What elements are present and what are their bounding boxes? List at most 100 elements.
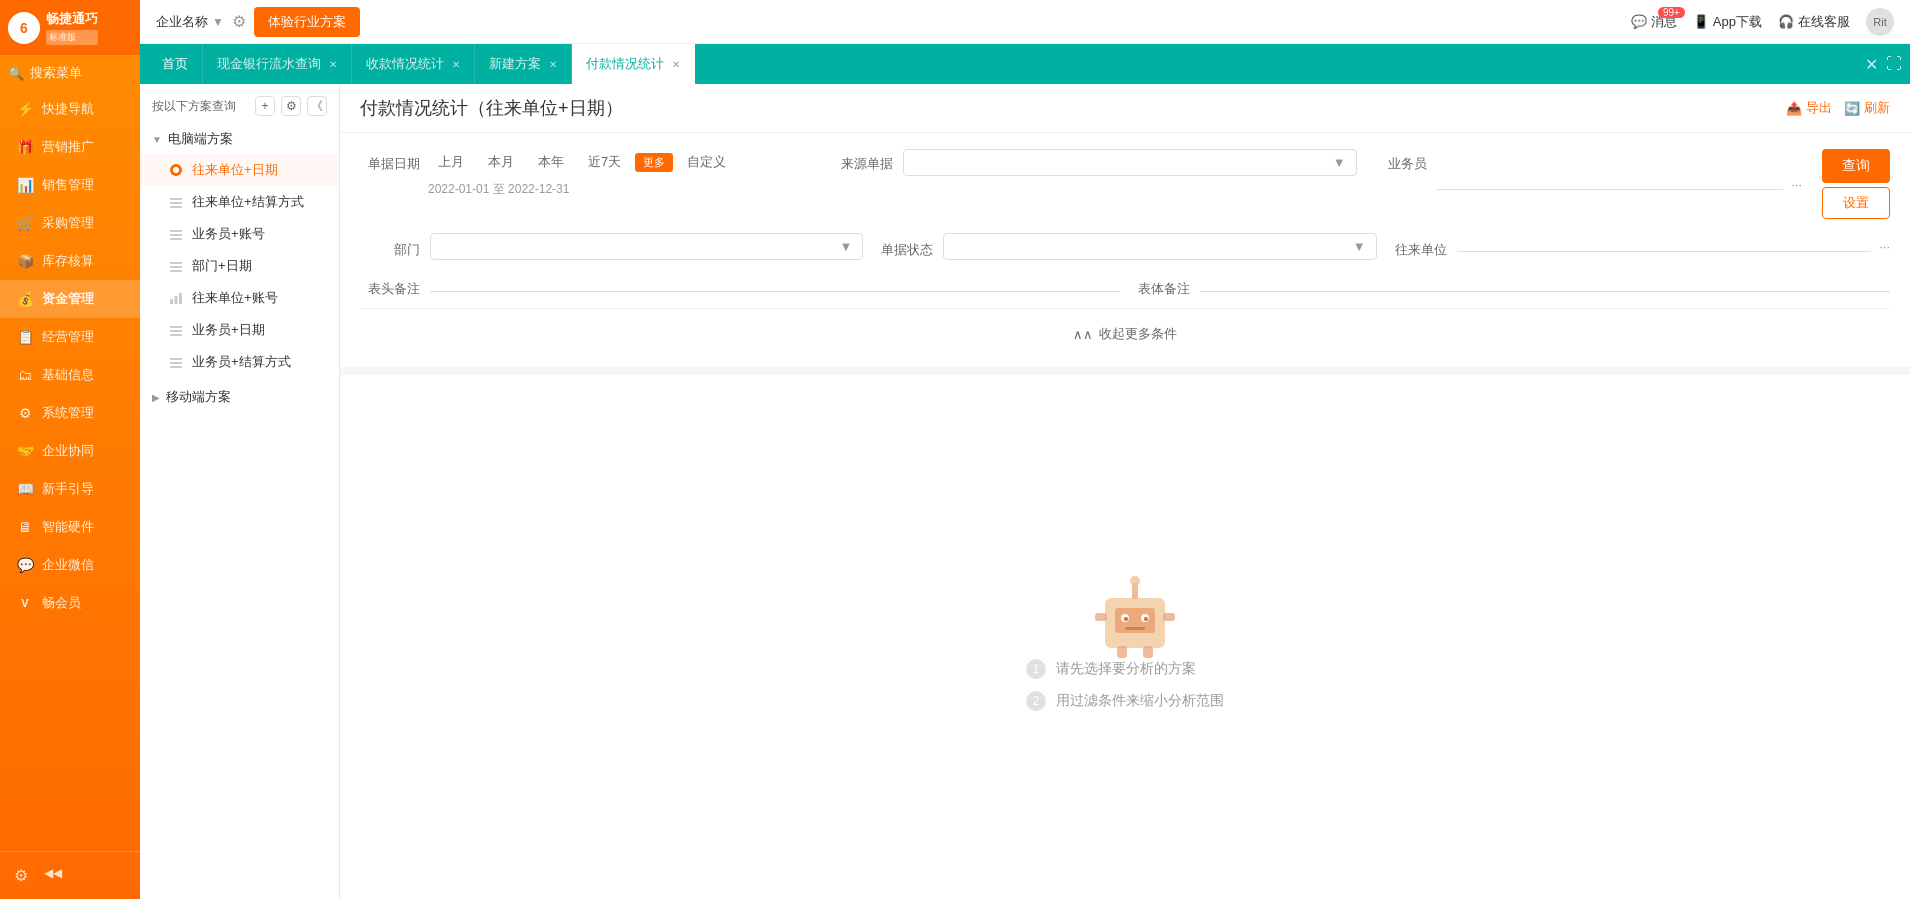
app-title-block: 畅捷通巧 标准版 bbox=[46, 10, 98, 45]
dept-dropdown-icon: ▼ bbox=[839, 239, 852, 254]
app-edition: 标准版 bbox=[46, 30, 98, 45]
service-btn[interactable]: 🎧 在线客服 bbox=[1778, 13, 1850, 31]
scheme-item-partner-settlement[interactable]: 往来单位+结算方式 bbox=[140, 186, 339, 218]
svg-rect-7 bbox=[170, 238, 182, 240]
tab-receipt-stats[interactable]: 收款情况统计 ✕ bbox=[352, 44, 475, 84]
scheme-item-dept-date[interactable]: 部门+日期 bbox=[140, 250, 339, 282]
partner-input[interactable] bbox=[1457, 241, 1872, 252]
tab-new-scheme[interactable]: 新建方案 ✕ bbox=[475, 44, 572, 84]
dept-select[interactable]: ▼ bbox=[430, 233, 863, 260]
app-label: App下载 bbox=[1713, 13, 1762, 31]
message-btn[interactable]: 💬 消息 99+ bbox=[1631, 13, 1677, 31]
tab-home[interactable]: 首页 bbox=[148, 44, 203, 84]
service-label: 在线客服 bbox=[1798, 13, 1850, 31]
settings-footer-btn[interactable]: ⚙ bbox=[10, 862, 32, 889]
sidebar-item-system[interactable]: ⚙ 系统管理 bbox=[0, 394, 140, 432]
search-menu[interactable]: 🔍 搜索菜单 bbox=[0, 56, 140, 90]
sidebar-item-marketing[interactable]: 🎁 营销推广 bbox=[0, 128, 140, 166]
sidebar-item-cooperation[interactable]: 🤝 企业协同 bbox=[0, 432, 140, 470]
member-icon: V bbox=[16, 594, 34, 612]
sidebar-item-basic[interactable]: 🗂 基础信息 bbox=[0, 356, 140, 394]
date-last-7days-btn[interactable]: 近7天 bbox=[578, 149, 631, 175]
source-doc-select[interactable]: ▼ bbox=[903, 149, 1356, 176]
system-icon: ⚙ bbox=[16, 404, 34, 422]
date-this-month-btn[interactable]: 本月 bbox=[478, 149, 524, 175]
tab-bank-flow-close-icon[interactable]: ✕ bbox=[329, 59, 337, 70]
sidebar-item-finance[interactable]: 💰 资金管理 bbox=[0, 280, 140, 318]
staff-input[interactable] bbox=[1437, 179, 1784, 190]
close-all-tabs-icon[interactable]: ✕ bbox=[1865, 55, 1878, 74]
collapse-sidebar-btn[interactable]: ◀◀ bbox=[40, 862, 66, 889]
desktop-scheme-group: ▼ 电脑端方案 往来单位+日期 往来单位+结算方式 bbox=[140, 124, 339, 378]
sidebar-item-hardware[interactable]: 🖥 智能硬件 bbox=[0, 508, 140, 546]
chart-icon bbox=[168, 290, 184, 306]
export-btn[interactable]: 📤 导出 bbox=[1786, 99, 1832, 117]
maximize-icon[interactable]: ⛶ bbox=[1886, 55, 1902, 74]
desktop-scheme-group-header[interactable]: ▼ 电脑端方案 bbox=[140, 124, 339, 154]
tab-bank-flow-label: 现金银行流水查询 bbox=[217, 55, 321, 73]
sidebar-item-label: 营销推广 bbox=[42, 138, 94, 156]
collapse-filter-btn[interactable]: ∧∧ 收起更多条件 bbox=[360, 317, 1890, 351]
current-company[interactable]: 企业名称 ▼ bbox=[156, 13, 224, 31]
avatar[interactable]: Rit bbox=[1866, 8, 1894, 36]
svg-rect-10 bbox=[170, 270, 182, 272]
tab-new-scheme-label: 新建方案 bbox=[489, 55, 541, 73]
tab-payment-stats-close-icon[interactable]: ✕ bbox=[672, 59, 680, 70]
scheme-item-partner-date[interactable]: 往来单位+日期 bbox=[140, 154, 339, 186]
svg-rect-11 bbox=[170, 299, 173, 304]
sidebar-item-guide[interactable]: 📖 新手引导 bbox=[0, 470, 140, 508]
message-badge: 99+ bbox=[1658, 7, 1685, 18]
scheme-item-staff-settlement[interactable]: 业务员+结算方式 bbox=[140, 346, 339, 378]
sidebar-item-quick-nav[interactable]: ⚡ 快捷导航 bbox=[0, 90, 140, 128]
doc-status-label: 单据状态 bbox=[873, 235, 933, 259]
topbar-gear-icon[interactable]: ⚙ bbox=[232, 12, 246, 31]
scheme-item-staff-date[interactable]: 业务员+日期 bbox=[140, 314, 339, 346]
settings-btn[interactable]: 设置 bbox=[1822, 187, 1890, 219]
refresh-btn[interactable]: 🔄 刷新 bbox=[1844, 99, 1890, 117]
partner-more-icon[interactable]: ··· bbox=[1871, 239, 1890, 254]
header-note-input[interactable] bbox=[430, 281, 1120, 292]
svg-rect-16 bbox=[170, 334, 182, 336]
scheme-settings-btn[interactable]: ⚙ bbox=[281, 96, 301, 116]
scheme-item-staff-account[interactable]: 业务员+账号 bbox=[140, 218, 339, 250]
mobile-scheme-group-header[interactable]: ▶ 移动端方案 bbox=[140, 382, 339, 412]
sidebar-item-purchase[interactable]: 🛒 采购管理 bbox=[0, 204, 140, 242]
step2-number: 2 bbox=[1026, 691, 1046, 711]
tab-new-scheme-close-icon[interactable]: ✕ bbox=[549, 59, 557, 70]
add-scheme-btn[interactable]: + bbox=[255, 96, 275, 116]
sidebar-footer: ⚙ ◀◀ bbox=[0, 851, 140, 899]
body-note-input[interactable] bbox=[1200, 281, 1890, 292]
sidebar-item-sales[interactable]: 📊 销售管理 bbox=[0, 166, 140, 204]
staff-more-icon[interactable]: ··· bbox=[1783, 177, 1802, 192]
page-header: 付款情况统计（往来单位+日期） 📤 导出 🔄 刷新 bbox=[340, 84, 1910, 133]
date-custom-btn[interactable]: 自定义 bbox=[677, 149, 736, 175]
svg-rect-4 bbox=[170, 206, 182, 208]
filter-area: 单据日期 上月 本月 本年 近7天 更多 自定义 2022-01-01 至 20… bbox=[340, 133, 1910, 367]
scheme-collapse-btn[interactable]: 《 bbox=[307, 96, 327, 116]
scheme-item-partner-account[interactable]: 往来单位+账号 bbox=[140, 282, 339, 314]
tab-receipt-stats-close-icon[interactable]: ✕ bbox=[452, 59, 460, 70]
app-download-btn[interactable]: 📱 App下载 bbox=[1693, 13, 1762, 31]
group-arrow-icon: ▼ bbox=[152, 134, 162, 145]
doc-status-select[interactable]: ▼ bbox=[943, 233, 1376, 260]
app-name: 畅捷通巧 bbox=[46, 10, 98, 28]
date-this-year-btn[interactable]: 本年 bbox=[528, 149, 574, 175]
sidebar-item-label: 畅会员 bbox=[42, 594, 81, 612]
sidebar-item-wechat[interactable]: 💬 企业微信 bbox=[0, 546, 140, 584]
tab-payment-stats[interactable]: 付款情况统计 ✕ bbox=[572, 44, 695, 84]
sidebar-item-label: 企业微信 bbox=[42, 556, 94, 574]
sidebar-item-inventory[interactable]: 📦 库存核算 bbox=[0, 242, 140, 280]
basic-icon: 🗂 bbox=[16, 366, 34, 384]
svg-rect-9 bbox=[170, 266, 182, 268]
sidebar-item-operation[interactable]: 📋 经营管理 bbox=[0, 318, 140, 356]
sidebar-item-member[interactable]: V 畅会员 bbox=[0, 584, 140, 622]
tab-bank-flow[interactable]: 现金银行流水查询 ✕ bbox=[203, 44, 352, 84]
date-last-month-btn[interactable]: 上月 bbox=[428, 149, 474, 175]
svg-rect-6 bbox=[170, 234, 182, 236]
tab-payment-stats-label: 付款情况统计 bbox=[586, 55, 664, 73]
trial-btn[interactable]: 体验行业方案 bbox=[254, 7, 360, 37]
query-btn[interactable]: 查询 bbox=[1822, 149, 1890, 183]
date-more-btn[interactable]: 更多 bbox=[635, 153, 673, 172]
scheme-panel-header: 按以下方案查询 + ⚙ 《 bbox=[140, 96, 339, 124]
content-area: 按以下方案查询 + ⚙ 《 ▼ 电脑端方案 往来单位+日期 bbox=[140, 84, 1910, 899]
